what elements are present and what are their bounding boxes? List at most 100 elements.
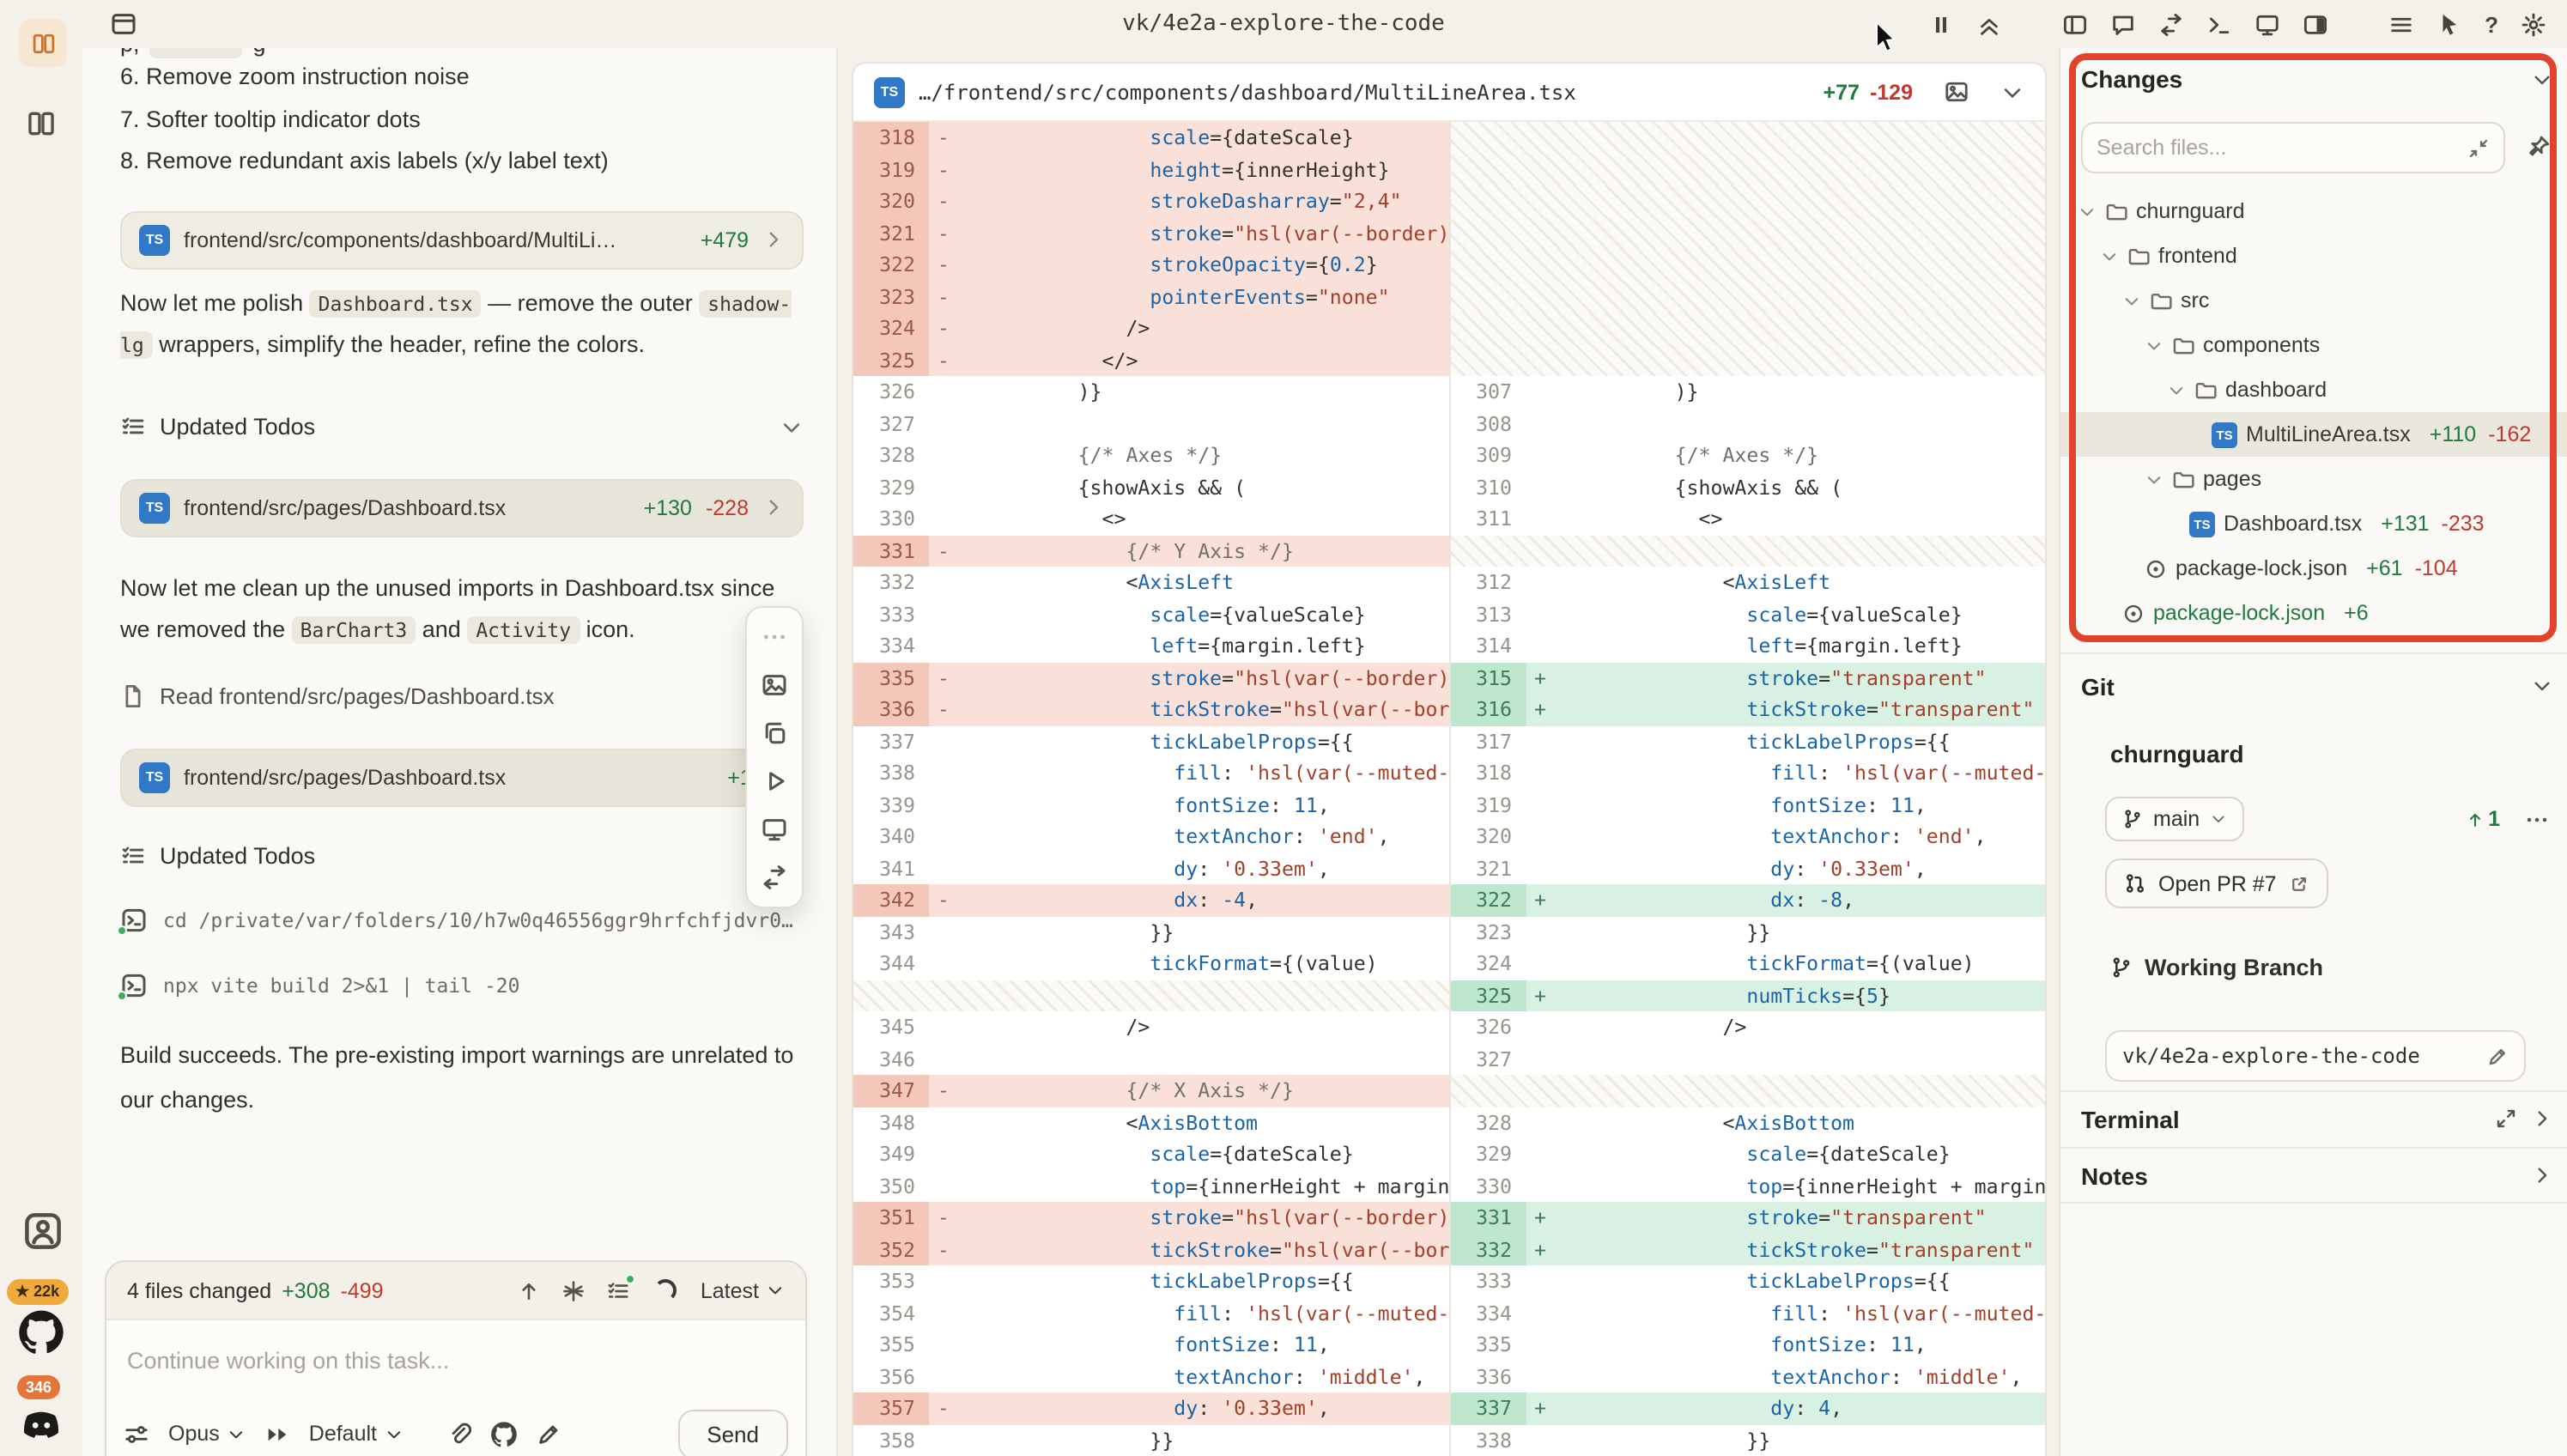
tree-file-package-lock.json[interactable]: package-lock.json+61-104: [2060, 546, 2567, 591]
sliders-icon[interactable]: [124, 1421, 149, 1447]
chevron-right-icon[interactable]: [2531, 1164, 2553, 1186]
read-file-label: Read frontend/src/pages/Dashboard.tsx: [160, 684, 555, 710]
tree-item-name: Dashboard.tsx: [2224, 512, 2362, 536]
terminal-icon[interactable]: [2206, 11, 2232, 37]
clipped-message-line: p,g: [120, 48, 804, 70]
more-horizontal-icon[interactable]: [2524, 806, 2550, 832]
more-icon[interactable]: [752, 615, 797, 659]
window-title: vk/4e2a-explore-the-code: [1122, 11, 1445, 37]
chat-bubble-icon[interactable]: [2110, 11, 2136, 37]
tree-file-package-lock.json[interactable]: package-lock.json+6: [2060, 591, 2567, 635]
tree-folder-pages[interactable]: pages: [2060, 457, 2567, 501]
left-rail: ★ 22k 346: [0, 48, 82, 1456]
monitor-icon[interactable]: [2254, 11, 2280, 37]
panel-left-icon[interactable]: [2062, 11, 2088, 37]
chevron-down-icon[interactable]: [780, 416, 804, 440]
file-chip-deletions: -228: [706, 496, 749, 520]
version-dropdown[interactable]: Latest: [701, 1278, 785, 1302]
sparkle-icon[interactable]: [561, 1278, 586, 1302]
chat-scroll[interactable]: p,g 6. Remove zoom instruction noise7. S…: [82, 48, 836, 1123]
open-pr-button[interactable]: Open PR #7: [2105, 858, 2328, 908]
git-section-header[interactable]: Git: [2081, 658, 2553, 714]
chevron-down-icon[interactable]: [2145, 336, 2163, 355]
monitor-icon[interactable]: [752, 807, 797, 852]
tree-additions: +61: [2366, 556, 2402, 580]
file-chip-dashboard-1[interactable]: TS frontend/src/pages/Dashboard.tsx +130…: [120, 479, 804, 537]
tree-folder-src[interactable]: src: [2060, 278, 2567, 323]
checklist-icon: [120, 415, 146, 440]
settings-gear-icon[interactable]: [2521, 11, 2546, 37]
terminal-section-header[interactable]: Terminal: [2081, 1090, 2553, 1147]
tree-file-Dashboard.tsx[interactable]: TSDashboard.tsx+131-233: [2060, 501, 2567, 546]
tree-folder-frontend[interactable]: frontend: [2060, 234, 2567, 278]
screenshot-icon[interactable]: [752, 663, 797, 707]
tasks-progress-icon[interactable]: [606, 1278, 630, 1302]
working-branch-input[interactable]: [2122, 1044, 2476, 1068]
tree-folder-components[interactable]: components: [2060, 323, 2567, 367]
tree-deletions: -233: [2442, 512, 2485, 536]
pause-icon[interactable]: [1928, 11, 1954, 37]
git-compare-icon[interactable]: [2158, 11, 2184, 37]
file-chip-multilinearea[interactable]: TS frontend/src/components/dashboard/Mul…: [120, 211, 804, 270]
terminal-command-row[interactable]: cd /private/var/folders/10/h7w0q46556ggr…: [120, 901, 804, 939]
updated-todos-row[interactable]: Updated Todos: [120, 834, 804, 879]
menu-icon[interactable]: [2388, 11, 2414, 37]
diff-table[interactable]: 318- scale={dateScale}319- height={inner…: [853, 122, 2045, 1456]
chevron-down-icon[interactable]: [2167, 380, 2186, 399]
chevron-down-icon[interactable]: [2000, 80, 2024, 104]
copy-icon[interactable]: [752, 711, 797, 755]
git-compare-icon[interactable]: [752, 855, 797, 900]
chevron-down-icon[interactable]: [2078, 202, 2097, 221]
image-diff-icon[interactable]: [1944, 79, 1969, 105]
changes-section-header[interactable]: Changes: [2081, 65, 2553, 93]
tree-file-MultiLineArea.tsx[interactable]: TSMultiLineArea.tsx+110-162: [2060, 412, 2567, 457]
pencil-icon[interactable]: [2486, 1045, 2509, 1067]
window-icon[interactable]: [110, 10, 137, 38]
arrow-up-icon[interactable]: [517, 1278, 541, 1302]
chevron-down-icon[interactable]: [2122, 291, 2141, 310]
tree-folder-churnguard[interactable]: churnguard: [2060, 189, 2567, 234]
board-columns-icon[interactable]: [26, 108, 57, 139]
discord-icon[interactable]: [19, 1403, 64, 1447]
terminal-command-row[interactable]: npx vite build 2>&1 | tail -20: [120, 967, 804, 1004]
pen-icon[interactable]: [535, 1421, 561, 1447]
help-icon[interactable]: ?: [2485, 11, 2498, 37]
chevron-down-icon[interactable]: [2531, 675, 2553, 697]
person-icon[interactable]: [22, 1210, 64, 1252]
titlebar: vk/4e2a-explore-the-code ?: [0, 0, 2567, 48]
chevron-down-icon[interactable]: [2145, 470, 2163, 488]
diff-row: 325+ numTicks={5}: [853, 980, 2045, 1011]
chevron-down-icon[interactable]: [2100, 246, 2119, 265]
run-icon[interactable]: [752, 759, 797, 804]
branch-icon: [2122, 809, 2143, 829]
send-button[interactable]: Send: [677, 1409, 788, 1456]
search-input[interactable]: [2097, 136, 2457, 160]
search-collapse-icon[interactable]: [2467, 136, 2490, 159]
pointer-icon[interactable]: [2437, 11, 2462, 37]
github-icon[interactable]: [19, 1310, 64, 1355]
updated-todos-row[interactable]: Updated Todos: [120, 405, 804, 450]
chevron-down-icon: [766, 1281, 785, 1300]
changes-status-bar[interactable]: 4 files changed +308 -499 Latest: [106, 1262, 805, 1320]
github-small-icon[interactable]: [490, 1421, 516, 1447]
chevron-down-icon: [2210, 810, 2227, 828]
discord-count-badge: 346: [17, 1375, 60, 1399]
workspace-icon[interactable]: [19, 19, 67, 67]
fast-forward-icon[interactable]: [264, 1421, 290, 1447]
chevron-down-icon[interactable]: [2531, 68, 2553, 90]
paperclip-icon[interactable]: [446, 1421, 471, 1447]
collapse-all-icon[interactable]: [1976, 11, 2002, 37]
expand-icon[interactable]: [2495, 1107, 2517, 1130]
pin-icon[interactable]: [2526, 134, 2552, 160]
ts-badge: TS: [2212, 422, 2237, 447]
file-chip-dashboard-2[interactable]: TS frontend/src/pages/Dashboard.tsx +1 -…: [120, 749, 804, 807]
panel-right-icon[interactable]: [2303, 11, 2328, 37]
model-dropdown[interactable]: Opus: [168, 1422, 246, 1446]
mode-dropdown[interactable]: Default: [309, 1422, 403, 1446]
notes-section-header[interactable]: Notes: [2081, 1147, 2553, 1204]
tree-folder-dashboard[interactable]: dashboard: [2060, 367, 2567, 412]
chat-input[interactable]: [127, 1347, 785, 1373]
read-file-row[interactable]: Read frontend/src/pages/Dashboard.tsx: [120, 678, 804, 716]
chevron-right-icon[interactable]: [2531, 1107, 2553, 1130]
branch-selector[interactable]: main: [2105, 797, 2244, 841]
